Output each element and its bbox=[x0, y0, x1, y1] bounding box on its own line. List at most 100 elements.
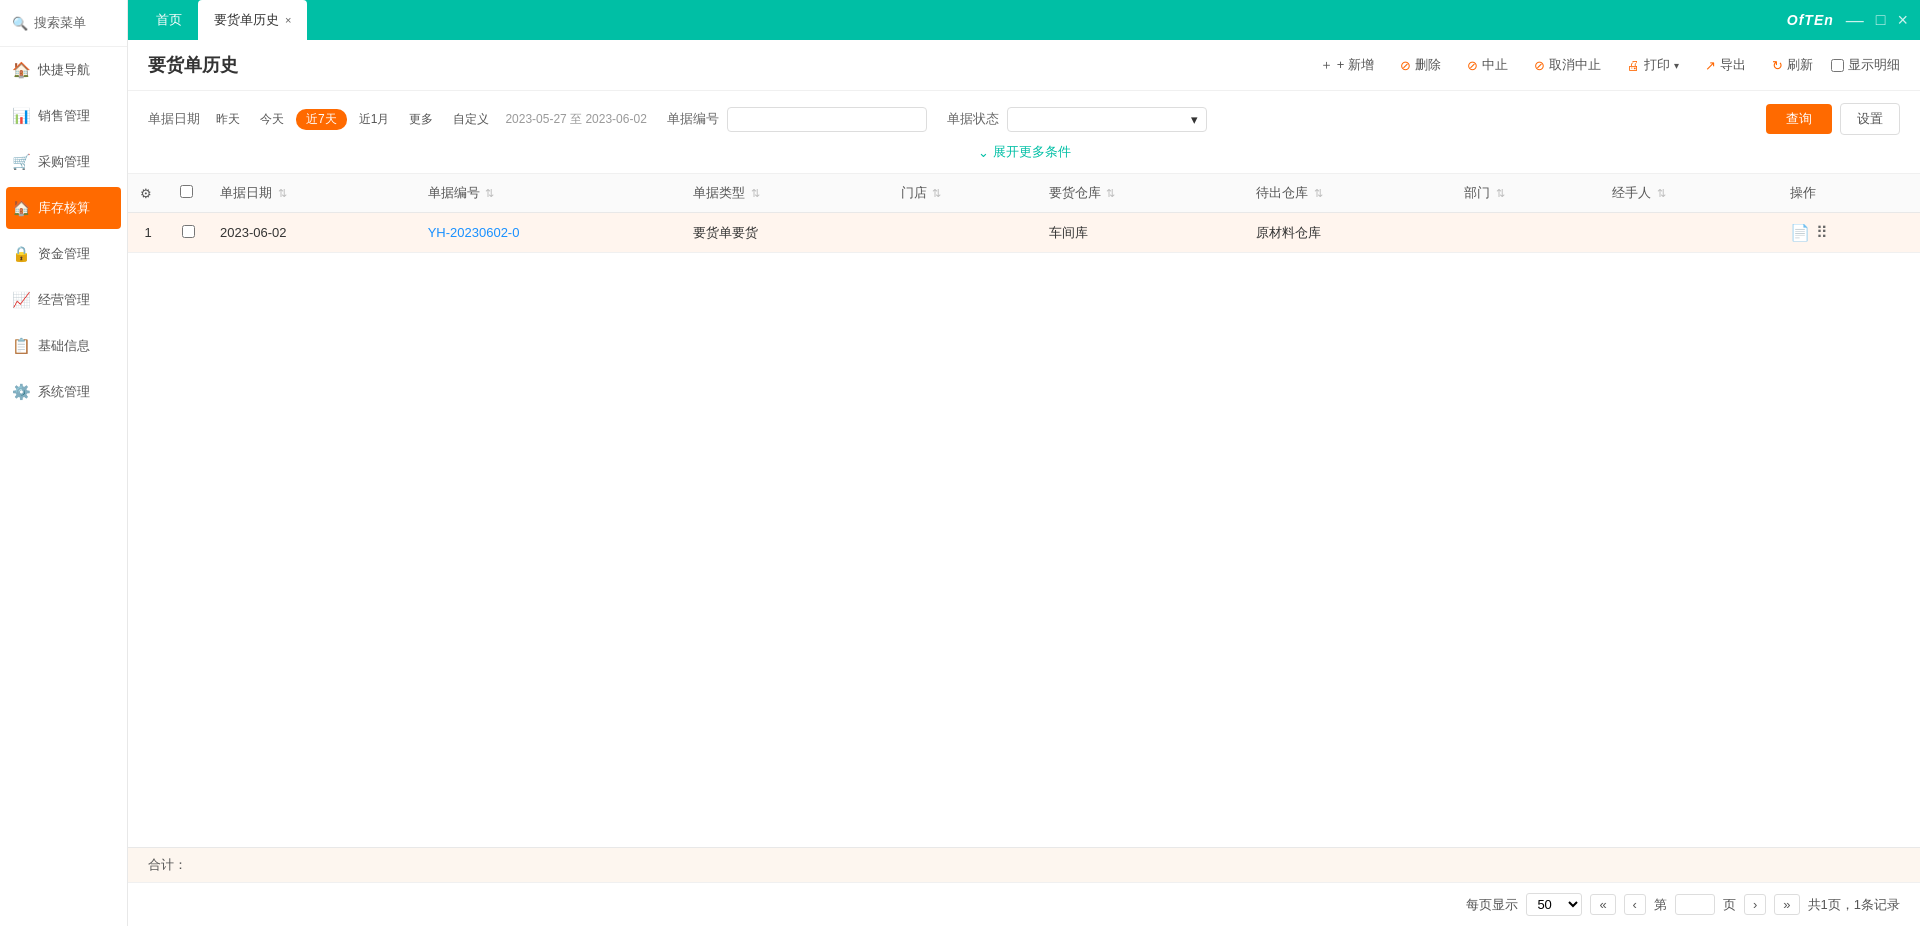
prev-page-btn[interactable]: ‹ bbox=[1624, 894, 1646, 915]
row-date: 2023-06-02 bbox=[208, 213, 416, 253]
data-table: ⚙ 单据日期 ⇅ 单据编号 ⇅ 单据类型 ⇅ bbox=[128, 174, 1920, 253]
window-minimize-btn[interactable]: — bbox=[1846, 10, 1864, 31]
per-page-label: 每页显示 bbox=[1466, 896, 1518, 914]
row-checkbox[interactable] bbox=[182, 225, 195, 238]
toolbar: ＋ + 新增 ⊘ 删除 ⊘ 中止 ⊘ 取消中止 🖨 打印 ▾ ↗ bbox=[1312, 52, 1900, 78]
status-select[interactable]: ▾ bbox=[1007, 107, 1207, 132]
col-bill-no[interactable]: 单据编号 ⇅ bbox=[416, 174, 681, 213]
sidebar-item-label: 系统管理 bbox=[38, 383, 90, 401]
next-page-btn[interactable]: › bbox=[1744, 894, 1766, 915]
per-page-select[interactable]: 50 100 200 bbox=[1526, 893, 1582, 916]
table-area: ⚙ 单据日期 ⇅ 单据编号 ⇅ 单据类型 ⇅ bbox=[128, 174, 1920, 847]
sort-icon-req-wh: ⇅ bbox=[1106, 187, 1115, 199]
table-header-row: ⚙ 单据日期 ⇅ 单据编号 ⇅ 单据类型 ⇅ bbox=[128, 174, 1920, 213]
page-header: 要货单历史 ＋ + 新增 ⊘ 删除 ⊘ 中止 ⊘ 取消中止 🖨 打印 ▾ bbox=[128, 40, 1920, 91]
page-suffix: 页 bbox=[1723, 896, 1736, 914]
col-bill-type[interactable]: 单据类型 ⇅ bbox=[681, 174, 889, 213]
sidebar-item-quick-nav[interactable]: 🏠 快捷导航 bbox=[0, 47, 127, 93]
basic-info-icon: 📋 bbox=[12, 337, 30, 355]
date-btn-1month[interactable]: 近1月 bbox=[351, 109, 398, 130]
setting-button[interactable]: 设置 bbox=[1840, 103, 1900, 135]
cancel-stop-button[interactable]: ⊘ 取消中止 bbox=[1526, 52, 1609, 78]
col-settings[interactable]: ⚙ bbox=[128, 174, 168, 213]
last-page-btn[interactable]: » bbox=[1774, 894, 1799, 915]
col-req-warehouse[interactable]: 要货仓库 ⇅ bbox=[1037, 174, 1245, 213]
print-button[interactable]: 🖨 打印 ▾ bbox=[1619, 52, 1687, 78]
topnav-right-controls: OfTEn — □ × bbox=[1787, 10, 1908, 31]
sidebar-item-sales[interactable]: 📊 销售管理 bbox=[0, 93, 127, 139]
footer-total-label: 合计： bbox=[148, 856, 187, 874]
page-number-input[interactable]: 1 bbox=[1675, 894, 1715, 915]
finance-icon: 🔒 bbox=[12, 245, 30, 263]
home-icon: 🏠 bbox=[12, 61, 30, 79]
window-close-btn[interactable]: × bbox=[1897, 10, 1908, 31]
stop-icon: ⊘ bbox=[1467, 58, 1478, 73]
sort-icon-type: ⇅ bbox=[751, 187, 760, 199]
date-btn-7days[interactable]: 近7天 bbox=[296, 109, 347, 130]
sort-icon-date: ⇅ bbox=[278, 187, 287, 199]
sort-icon-dept: ⇅ bbox=[1496, 187, 1505, 199]
date-range-display: 2023-05-27 至 2023-06-02 bbox=[505, 111, 646, 128]
filter-area: 单据日期 昨天 今天 近7天 近1月 更多 自定义 2023-05-27 至 2… bbox=[128, 91, 1920, 174]
status-dropdown-icon: ▾ bbox=[1191, 112, 1198, 127]
operation-icon: 📈 bbox=[12, 291, 30, 309]
date-btn-yesterday[interactable]: 昨天 bbox=[208, 109, 248, 130]
window-maximize-btn[interactable]: □ bbox=[1876, 11, 1886, 29]
sidebar-item-inventory[interactable]: 🏠 库存核算 bbox=[6, 187, 121, 229]
row-pending-warehouse: 原材料仓库 bbox=[1244, 213, 1452, 253]
col-handler[interactable]: 经手人 ⇅ bbox=[1600, 174, 1778, 213]
expand-more-button[interactable]: ⌄ 展开更多条件 bbox=[978, 143, 1071, 161]
delete-button[interactable]: ⊘ 删除 bbox=[1392, 52, 1449, 78]
row-actions-cell: 📄 ⠿ bbox=[1778, 213, 1920, 253]
export-button[interactable]: ↗ 导出 bbox=[1697, 52, 1754, 78]
new-button[interactable]: ＋ + 新增 bbox=[1312, 52, 1382, 78]
first-page-btn[interactable]: « bbox=[1590, 894, 1615, 915]
sidebar-item-label: 资金管理 bbox=[38, 245, 90, 263]
sort-icon-billno: ⇅ bbox=[485, 187, 494, 199]
sidebar-item-purchase[interactable]: 🛒 采购管理 bbox=[0, 139, 127, 185]
sidebar-item-basic-info[interactable]: 📋 基础信息 bbox=[0, 323, 127, 369]
filter-billno-item: 单据编号 bbox=[667, 107, 927, 132]
col-date[interactable]: 单据日期 ⇅ bbox=[208, 174, 416, 213]
tab-close-icon[interactable]: × bbox=[285, 14, 291, 26]
sidebar-item-operation[interactable]: 📈 经营管理 bbox=[0, 277, 127, 323]
bill-no-input[interactable] bbox=[727, 107, 927, 132]
display-detail-check[interactable] bbox=[1831, 59, 1844, 72]
row-more-icon[interactable]: ⠿ bbox=[1816, 223, 1828, 242]
expand-more-row: ⌄ 展开更多条件 bbox=[148, 143, 1900, 161]
date-btn-today[interactable]: 今天 bbox=[252, 109, 292, 130]
stop-button[interactable]: ⊘ 中止 bbox=[1459, 52, 1516, 78]
export-icon: ↗ bbox=[1705, 58, 1716, 73]
tab-home[interactable]: 首页 bbox=[140, 0, 198, 40]
query-button[interactable]: 查询 bbox=[1766, 104, 1832, 134]
row-handler bbox=[1600, 213, 1778, 253]
row-bill-type: 要货单要货 bbox=[681, 213, 889, 253]
bill-no-link[interactable]: YH-20230602-0 bbox=[428, 225, 520, 240]
col-pending-warehouse[interactable]: 待出仓库 ⇅ bbox=[1244, 174, 1452, 213]
col-store[interactable]: 门店 ⇅ bbox=[889, 174, 1037, 213]
table-footer: 合计： bbox=[128, 847, 1920, 882]
purchase-icon: 🛒 bbox=[12, 153, 30, 171]
sidebar-search[interactable]: 🔍 搜索菜单 bbox=[0, 0, 127, 47]
cancel-stop-icon: ⊘ bbox=[1534, 58, 1545, 73]
row-bill-no[interactable]: YH-20230602-0 bbox=[416, 213, 681, 253]
print-dropdown-icon[interactable]: ▾ bbox=[1674, 60, 1679, 71]
date-btn-more[interactable]: 更多 bbox=[401, 109, 441, 130]
sidebar-item-system[interactable]: ⚙️ 系统管理 bbox=[0, 369, 127, 415]
sort-icon-handler: ⇅ bbox=[1657, 187, 1666, 199]
sidebar-item-finance[interactable]: 🔒 资金管理 bbox=[0, 231, 127, 277]
refresh-button[interactable]: ↻ 刷新 bbox=[1764, 52, 1821, 78]
col-department[interactable]: 部门 ⇅ bbox=[1452, 174, 1600, 213]
page-title: 要货单历史 bbox=[148, 53, 238, 77]
select-all-checkbox[interactable] bbox=[180, 185, 193, 198]
display-detail-checkbox[interactable]: 显示明细 bbox=[1831, 56, 1900, 74]
date-btn-custom[interactable]: 自定义 bbox=[445, 109, 497, 130]
col-checkbox bbox=[168, 174, 208, 213]
row-edit-icon[interactable]: 📄 bbox=[1790, 223, 1810, 242]
tab-bill-history[interactable]: 要货单历史 × bbox=[198, 0, 307, 40]
sidebar-item-label: 基础信息 bbox=[38, 337, 90, 355]
row-checkbox-cell[interactable] bbox=[168, 213, 208, 253]
total-info: 共1页，1条记录 bbox=[1808, 896, 1900, 914]
filter-row: 单据日期 昨天 今天 近7天 近1月 更多 自定义 2023-05-27 至 2… bbox=[148, 103, 1900, 135]
sidebar-item-label: 销售管理 bbox=[38, 107, 90, 125]
